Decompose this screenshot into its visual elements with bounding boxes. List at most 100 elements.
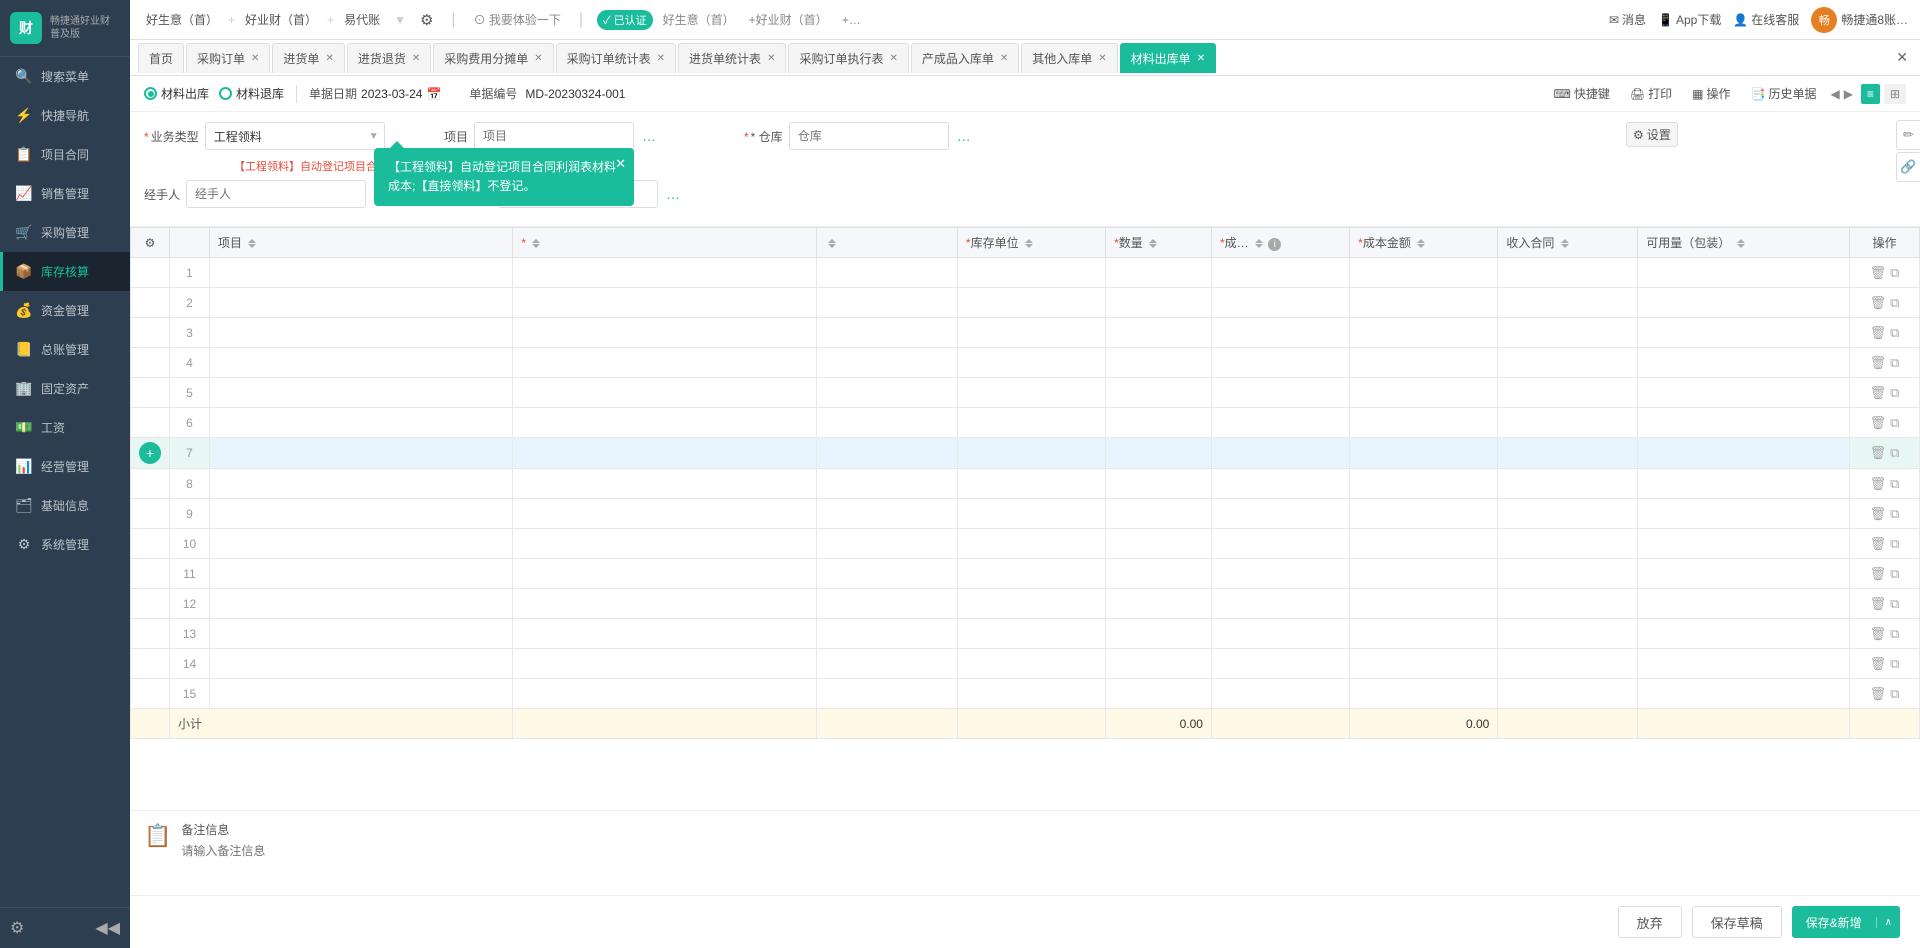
tab-3[interactable]: 进货退货✕ (347, 43, 431, 73)
project-more-btn[interactable]: … (642, 128, 656, 144)
row-copy-icon[interactable]: ⧉ (1890, 506, 1899, 522)
tab-8[interactable]: 产成品入库单✕ (911, 43, 1019, 73)
sidebar-settings-btn[interactable]: ⚙ (10, 918, 24, 938)
row-copy-icon[interactable]: ⧉ (1890, 626, 1899, 642)
topbar-app-download-btn[interactable]: 📱 App下载 (1658, 11, 1721, 28)
row-copy-icon[interactable]: ⧉ (1890, 656, 1899, 672)
th-cost-amount[interactable]: *成本金额 (1350, 228, 1498, 258)
discard-button[interactable]: 放弃 (1618, 906, 1682, 938)
tab-close-1[interactable]: ✕ (251, 53, 259, 64)
row-delete-icon[interactable]: 🗑 (1870, 596, 1887, 612)
business-type-dropdown-icon[interactable]: ▼ (369, 131, 379, 142)
tab-close-8[interactable]: ✕ (1000, 53, 1008, 64)
topbar-nav-haoshengyi[interactable]: 好生意（首） (142, 9, 222, 30)
row-delete-icon[interactable]: 🗑 (1870, 415, 1887, 431)
row-copy-icon[interactable]: ⧉ (1890, 596, 1899, 612)
project-input[interactable] (474, 122, 634, 150)
row-copy-icon[interactable]: ⧉ (1890, 325, 1899, 341)
row-copy-icon[interactable]: ⧉ (1890, 355, 1899, 371)
row-copy-icon[interactable]: ⧉ (1890, 385, 1899, 401)
tab-close-4[interactable]: ✕ (534, 53, 542, 64)
form-settings-btn[interactable]: ⚙ 设置 (1626, 122, 1678, 147)
row-copy-icon[interactable]: ⧉ (1890, 265, 1899, 281)
operation-btn[interactable]: ▦ 操作 (1686, 82, 1736, 105)
prev-btn[interactable]: ◀ (1830, 87, 1839, 101)
sidebar-item-finance[interactable]: 💰资金管理 (0, 291, 130, 330)
tab-close-3[interactable]: ✕ (412, 53, 420, 64)
topbar-nav-yidaizhang[interactable]: 易代账 (340, 9, 384, 30)
sidebar-item-project[interactable]: 📋项目合同 (0, 135, 130, 174)
row-7-project-input[interactable] (218, 446, 504, 460)
row-delete-icon[interactable]: 🗑 (1870, 686, 1887, 702)
tab-4[interactable]: 采购费用分摊单✕ (433, 43, 553, 73)
radio-material-out[interactable]: 材料出库 (144, 85, 209, 102)
sidebar-item-search[interactable]: 🔍搜索菜单 (0, 57, 130, 96)
row-delete-icon[interactable]: 🗑 (1870, 355, 1887, 371)
next-btn[interactable]: ▶ (1844, 87, 1853, 101)
th-available-qty[interactable]: 可用量（包装） (1638, 228, 1850, 258)
topbar-extra-nav3[interactable]: +… (838, 11, 865, 29)
save-draft-button[interactable]: 保存草稿 (1692, 906, 1782, 938)
row-delete-icon[interactable]: 🗑 (1870, 536, 1887, 552)
row-copy-icon[interactable]: ⧉ (1890, 536, 1899, 552)
tab-9[interactable]: 其他入库单✕ (1021, 43, 1117, 73)
tab-6[interactable]: 进货单统计表✕ (678, 43, 786, 73)
topbar-settings-icon[interactable]: ⚙ (416, 9, 437, 31)
th-cost-price[interactable]: *成… i (1211, 228, 1349, 258)
row-7-material-input[interactable] (521, 446, 807, 460)
sidebar-item-basic[interactable]: 🗂基础信息 (0, 486, 130, 525)
tab-close-5[interactable]: ✕ (657, 53, 665, 64)
row-delete-icon[interactable]: 🗑 (1870, 506, 1887, 522)
warehouse-input[interactable] (789, 122, 949, 150)
th-material[interactable]: * (513, 228, 816, 258)
sidebar-item-quicknav[interactable]: ⚡快捷导航 (0, 96, 130, 135)
tab-1[interactable]: 采购订单✕ (186, 43, 270, 73)
list-view-btn[interactable]: ≡ (1861, 84, 1880, 104)
tab-7[interactable]: 采购订单执行表✕ (788, 43, 908, 73)
history-btn[interactable]: 📑 历史单据 (1744, 82, 1822, 105)
topbar-extra-nav1[interactable]: 好生意（首） (659, 9, 739, 30)
side-panel-edit-btn[interactable]: ✏ (1896, 120, 1920, 150)
cost-price-info-icon[interactable]: i (1268, 238, 1281, 251)
sidebar-item-system[interactable]: ⚙系统管理 (0, 525, 130, 564)
row-delete-icon[interactable]: 🗑 (1870, 385, 1887, 401)
row-delete-icon[interactable]: 🗑 (1870, 626, 1887, 642)
th-settings[interactable]: ⚙ (131, 228, 170, 258)
save-new-dropdown-icon[interactable]: ∧ (1876, 917, 1900, 928)
th-spec[interactable] (816, 228, 957, 258)
side-panel-link-btn[interactable]: 🔗 (1896, 152, 1920, 182)
business-type-input[interactable] (205, 122, 385, 150)
th-qty[interactable]: *数量 (1106, 228, 1212, 258)
row-copy-icon[interactable]: ⧉ (1890, 476, 1899, 492)
row-copy-icon[interactable]: ⧉ (1890, 445, 1899, 461)
tab-close-10[interactable]: ✕ (1197, 53, 1205, 64)
row-copy-icon[interactable]: ⧉ (1890, 295, 1899, 311)
tooltip-close-btn[interactable]: ✕ (615, 154, 626, 175)
sidebar-item-salary[interactable]: 💵工资 (0, 408, 130, 447)
topbar-nav-haoyecai[interactable]: 好业财（首） (241, 9, 321, 30)
tab-2[interactable]: 进货单✕ (272, 43, 344, 73)
tab-close-7[interactable]: ✕ (889, 53, 897, 64)
tab-close-6[interactable]: ✕ (767, 53, 775, 64)
save-new-button[interactable]: 保存&新增 ∧ (1792, 906, 1900, 938)
row-delete-icon[interactable]: 🗑 (1870, 445, 1887, 461)
print-btn[interactable]: 🖨 打印 (1624, 82, 1678, 105)
notes-input[interactable] (181, 842, 336, 882)
th-project[interactable]: 项目 (210, 228, 513, 258)
topbar-extra-nav2[interactable]: +好业财（首） (745, 9, 832, 30)
topbar-experience-link[interactable]: ⊙ 我要体验一下 (470, 9, 565, 30)
tab-5[interactable]: 采购订单统计表✕ (556, 43, 676, 73)
sidebar-collapse-btn[interactable]: ◀◀ (95, 918, 120, 938)
income-contract-more-btn[interactable]: … (666, 186, 680, 202)
warehouse-more-btn[interactable]: … (957, 128, 971, 144)
radio-material-return[interactable]: 材料退库 (219, 85, 284, 102)
th-income-contract[interactable]: 收入合同 (1498, 228, 1638, 258)
tab-0[interactable]: 首页 (138, 43, 184, 73)
topbar-user[interactable]: 畅 畅捷通8账… (1811, 7, 1908, 33)
tab-close-all-btn[interactable]: ✕ (1892, 45, 1912, 70)
sidebar-item-operations[interactable]: 📊经营管理 (0, 447, 130, 486)
sidebar-item-assets[interactable]: 🏢固定资产 (0, 369, 130, 408)
row-delete-icon[interactable]: 🗑 (1870, 295, 1887, 311)
tab-close-2[interactable]: ✕ (325, 53, 333, 64)
sidebar-item-purchase[interactable]: 🛒采购管理 (0, 213, 130, 252)
